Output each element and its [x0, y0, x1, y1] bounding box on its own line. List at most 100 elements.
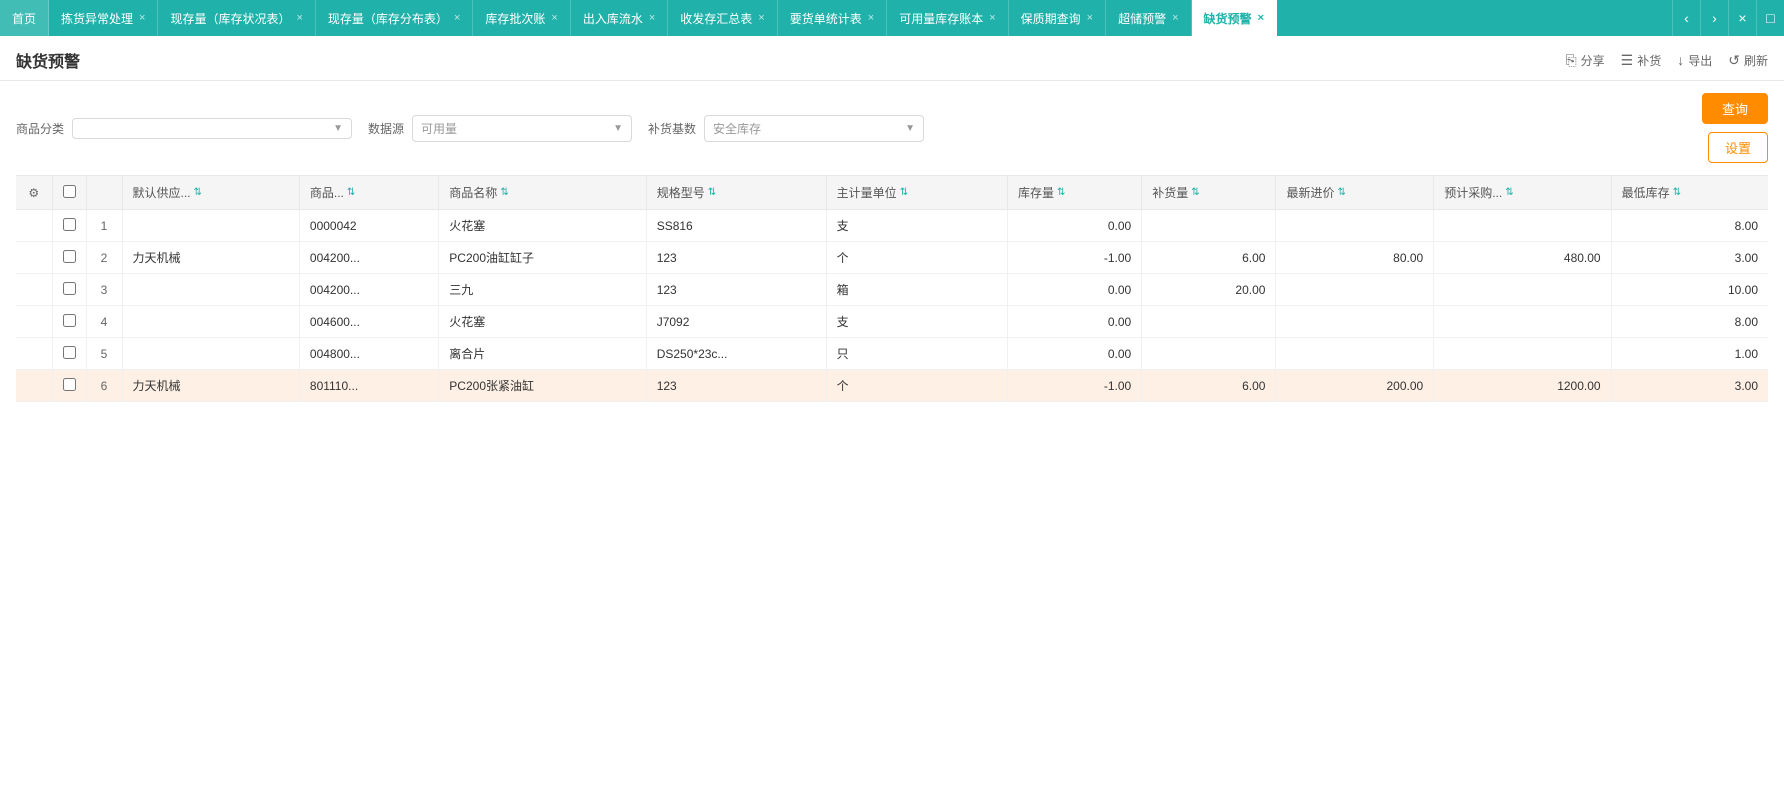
latest-price-sort[interactable]: 最新进价 ⇅: [1286, 184, 1345, 201]
export-button[interactable]: ↓ 导出: [1677, 52, 1712, 69]
tab-close-expiry-query[interactable]: ×: [1087, 12, 1093, 24]
tab-close-available-ledger[interactable]: ×: [989, 12, 995, 24]
th-min-stock[interactable]: 最低库存 ⇅: [1611, 176, 1768, 210]
tab-nav-next[interactable]: ›: [1700, 0, 1728, 36]
tab-close-inventory-dist[interactable]: ×: [454, 12, 460, 24]
tab-shortage[interactable]: 缺货预警 ×: [1192, 0, 1277, 36]
row-checkbox[interactable]: [63, 378, 76, 391]
datasource-label: 数据源: [368, 120, 404, 137]
row-goods-code-cell: 004200...: [299, 242, 438, 274]
row-checkbox[interactable]: [63, 250, 76, 263]
tab-overstock[interactable]: 超储预警 ×: [1106, 0, 1191, 36]
tab-close-all[interactable]: ×: [1728, 0, 1756, 36]
table-row[interactable]: 4 004600... 火花塞 J7092 支 0.00 8.00: [16, 306, 1768, 338]
tab-expiry-query[interactable]: 保质期查询 ×: [1009, 0, 1106, 36]
th-stock[interactable]: 库存量 ⇅: [1008, 176, 1142, 210]
row-checkbox-cell[interactable]: [52, 274, 86, 306]
row-checkbox[interactable]: [63, 218, 76, 231]
row-settings-cell: [16, 370, 52, 402]
row-checkbox-cell[interactable]: [52, 210, 86, 242]
settings-gear-icon[interactable]: ⚙: [26, 186, 42, 200]
tab-close-demand-stats[interactable]: ×: [868, 12, 874, 24]
row-unit-cell: 个: [826, 370, 1007, 402]
min-stock-sort[interactable]: 最低库存 ⇅: [1622, 184, 1681, 201]
stock-sort[interactable]: 库存量 ⇅: [1018, 184, 1065, 201]
datasource-select[interactable]: 可用量 ▼: [412, 115, 632, 142]
row-stock-cell: -1.00: [1008, 370, 1142, 402]
tab-close-inout-flow[interactable]: ×: [649, 12, 655, 24]
goods-name-sort-icon: ⇅: [500, 187, 508, 198]
th-replenish[interactable]: 补货量 ⇅: [1142, 176, 1276, 210]
th-supplier[interactable]: 默认供应... ⇅: [122, 176, 299, 210]
datasource-filter: 数据源 可用量 ▼: [368, 115, 632, 142]
row-checkbox-cell[interactable]: [52, 306, 86, 338]
tab-home[interactable]: 首页: [0, 0, 49, 36]
category-select[interactable]: ▼: [72, 118, 352, 139]
row-min-stock-cell: 8.00: [1611, 306, 1768, 338]
tab-collect-summary[interactable]: 收发存汇总表 ×: [668, 0, 777, 36]
supplier-sort[interactable]: 默认供应... ⇅: [133, 184, 202, 201]
th-goods-code[interactable]: 商品... ⇅: [299, 176, 438, 210]
settings-button[interactable]: 设置: [1708, 132, 1768, 163]
th-unit[interactable]: 主计量单位 ⇅: [826, 176, 1007, 210]
tab-inventory-dist[interactable]: 现存量（库存分布表） ×: [316, 0, 473, 36]
row-checkbox-cell[interactable]: [52, 370, 86, 402]
goods-name-sort[interactable]: 商品名称 ⇅: [449, 184, 508, 201]
data-table: ⚙ 默认供应... ⇅ 商品...: [16, 175, 1768, 402]
row-goods-code-cell: 004800...: [299, 338, 438, 370]
share-button[interactable]: ⎘ 分享: [1565, 52, 1604, 69]
replenish-base-label: 补货基数: [648, 120, 696, 137]
row-checkbox-cell[interactable]: [52, 242, 86, 274]
tab-close-shortage[interactable]: ×: [1258, 12, 1264, 24]
row-est-purchase-cell: [1434, 306, 1611, 338]
tab-nav-prev[interactable]: ‹: [1672, 0, 1700, 36]
row-est-purchase-cell: [1434, 210, 1611, 242]
replenish-sort[interactable]: 补货量 ⇅: [1152, 184, 1199, 201]
tab-inventory-status[interactable]: 现存量（库存状况表） ×: [158, 0, 315, 36]
table-row[interactable]: 5 004800... 离合片 DS250*23c... 只 0.00 1.00: [16, 338, 1768, 370]
tab-nav-buttons: ‹ › × □: [1672, 0, 1784, 36]
unit-sort[interactable]: 主计量单位 ⇅: [837, 184, 908, 201]
row-checkbox[interactable]: [63, 346, 76, 359]
th-est-purchase[interactable]: 预计采购... ⇅: [1434, 176, 1611, 210]
table-row[interactable]: 1 0000042 火花塞 SS816 支 0.00 8.00: [16, 210, 1768, 242]
replenish-base-select[interactable]: 安全库存 ▼: [704, 115, 924, 142]
th-settings[interactable]: ⚙: [16, 176, 52, 210]
tab-available-ledger[interactable]: 可用量库存账本 ×: [887, 0, 1008, 36]
table-row[interactable]: 3 004200... 三九 123 箱 0.00 20.00 10.00: [16, 274, 1768, 306]
row-spec-cell: 123: [646, 242, 826, 274]
filter-bar: 商品分类 ▼ 数据源 可用量 ▼ 补货基数 安全库存 ▼ 查询 设置: [0, 81, 1784, 175]
th-spec[interactable]: 规格型号 ⇅: [646, 176, 826, 210]
tab-abnormal[interactable]: 拣货异常处理 ×: [49, 0, 158, 36]
row-est-purchase-cell: [1434, 274, 1611, 306]
tab-batch-account[interactable]: 库存批次账 ×: [473, 0, 570, 36]
row-checkbox-cell[interactable]: [52, 338, 86, 370]
row-min-stock-cell: 10.00: [1611, 274, 1768, 306]
est-purchase-sort[interactable]: 预计采购... ⇅: [1444, 184, 1513, 201]
tab-close-collect-summary[interactable]: ×: [758, 12, 764, 24]
tab-close-overstock[interactable]: ×: [1172, 12, 1178, 24]
row-checkbox[interactable]: [63, 282, 76, 295]
query-button[interactable]: 查询: [1702, 93, 1768, 124]
replenish-icon: ☰: [1621, 52, 1634, 69]
replenish-button[interactable]: ☰ 补货: [1621, 52, 1662, 69]
tab-close-abnormal[interactable]: ×: [139, 12, 145, 24]
tab-close-inventory-status[interactable]: ×: [296, 12, 302, 24]
tab-bar: 首页 拣货异常处理 × 现存量（库存状况表） × 现存量（库存分布表） × 库存…: [0, 0, 1784, 36]
refresh-button[interactable]: ↺ 刷新: [1728, 52, 1768, 69]
row-checkbox[interactable]: [63, 314, 76, 327]
table-row[interactable]: 6 力天机械 801110... PC200张紧油缸 123 个 -1.00 6…: [16, 370, 1768, 402]
tab-close-batch-account[interactable]: ×: [551, 12, 557, 24]
th-goods-name[interactable]: 商品名称 ⇅: [439, 176, 646, 210]
table-row[interactable]: 2 力天机械 004200... PC200油缸缸子 123 个 -1.00 6…: [16, 242, 1768, 274]
tab-inout-flow[interactable]: 出入库流水 ×: [571, 0, 668, 36]
tab-demand-stats[interactable]: 要货单统计表 ×: [778, 0, 887, 36]
th-latest-price[interactable]: 最新进价 ⇅: [1276, 176, 1434, 210]
goods-code-sort[interactable]: 商品... ⇅: [310, 184, 355, 201]
row-settings-cell: [16, 338, 52, 370]
select-all-checkbox[interactable]: [63, 185, 76, 198]
tab-maximize[interactable]: □: [1756, 0, 1784, 36]
spec-sort[interactable]: 规格型号 ⇅: [657, 184, 716, 201]
row-num-cell: 3: [86, 274, 122, 306]
category-select-arrow: ▼: [333, 123, 343, 134]
